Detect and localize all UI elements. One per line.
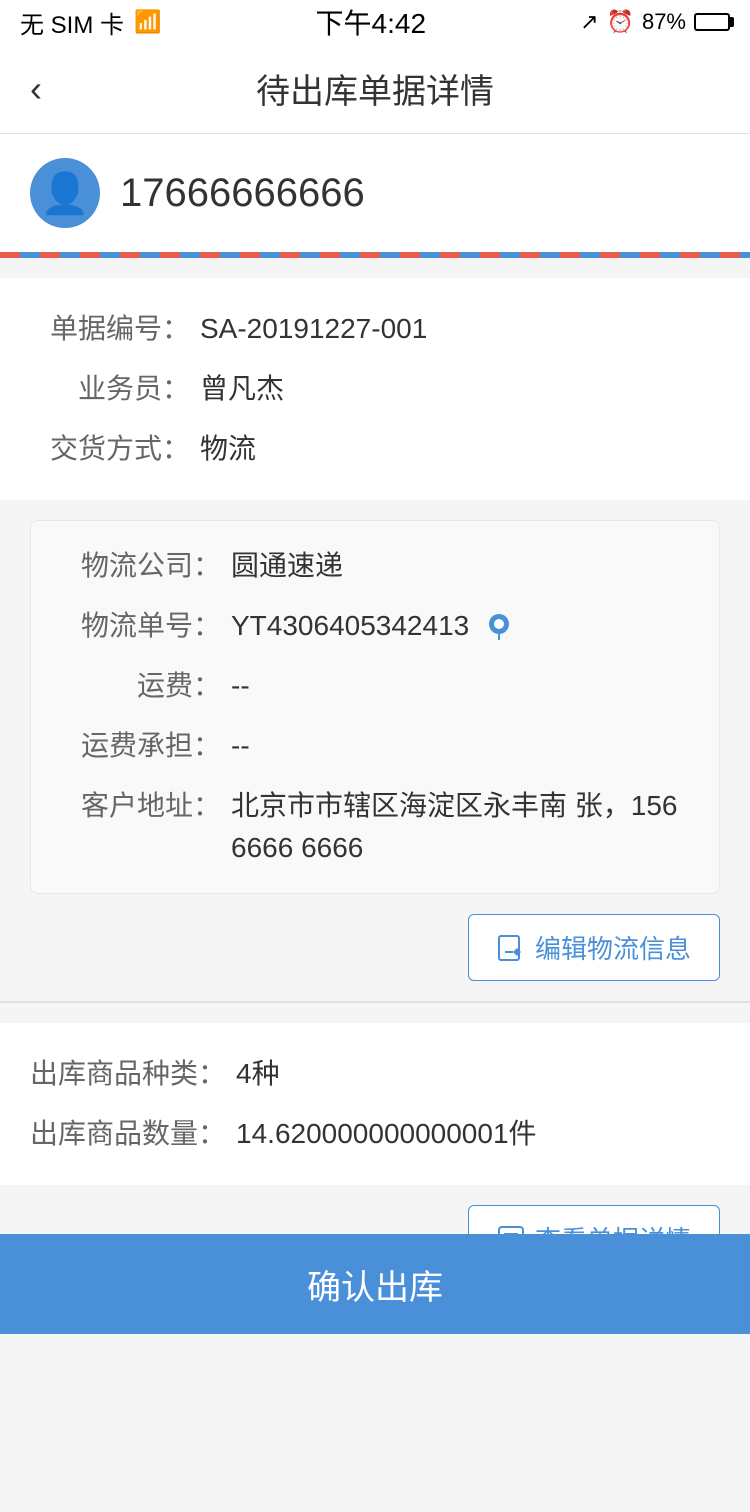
back-button[interactable]: ‹ [30, 68, 42, 110]
customer-phone: 17666666666 [120, 171, 365, 216]
logistics-tracking-row: 物流单号： YT4306405342413 [61, 605, 689, 647]
confirm-outbound-button[interactable]: 确认出库 [0, 1234, 750, 1334]
section-divider [0, 1001, 750, 1003]
confirm-btn-label: 确认出库 [307, 1260, 443, 1309]
logistics-company-value: 圆通速递 [221, 545, 689, 587]
status-left: 无 SIM 卡 📶 [20, 5, 161, 40]
status-time: 下午4:42 [316, 2, 427, 42]
address-row: 客户地址： 北京市市辖区海淀区永丰南 张，156 6666 6666 [61, 785, 689, 869]
customer-header: 👤 17666666666 [0, 134, 750, 252]
nav-bar: ‹ 待出库单据详情 [0, 44, 750, 134]
freight-label: 运费： [61, 665, 221, 707]
confirm-btn-container: 确认出库 [0, 1234, 750, 1334]
status-bar: 无 SIM 卡 📶 下午4:42 ↗ ⏰ 87% [0, 0, 750, 44]
goods-quantity-label: 出库商品数量： [30, 1113, 226, 1155]
battery-percent: 87% [642, 9, 686, 35]
carrier-text: 无 SIM 卡 [20, 5, 124, 40]
freight-bear-row: 运费承担： -- [61, 725, 689, 767]
freight-row: 运费： -- [61, 665, 689, 707]
avatar: 👤 [30, 158, 100, 228]
avatar-icon: 👤 [40, 170, 90, 217]
logistics-tracking-label: 物流单号： [61, 605, 221, 647]
goods-quantity-row: 出库商品数量： 14.620000000000001件 [30, 1113, 720, 1155]
freight-value: -- [221, 665, 689, 707]
delivery-row: 交货方式： 物流 [30, 428, 720, 470]
edit-icon [497, 934, 525, 962]
page-title: 待出库单据详情 [256, 64, 494, 113]
logistics-company-row: 物流公司： 圆通速递 [61, 545, 689, 587]
address-label: 客户地址： [61, 785, 221, 827]
freight-bear-value: -- [221, 725, 689, 767]
edit-logistics-label: 编辑物流信息 [535, 929, 691, 966]
staff-row: 业务员： 曾凡杰 [30, 368, 720, 410]
goods-quantity-value: 14.620000000000001件 [226, 1113, 720, 1155]
staff-value: 曾凡杰 [190, 368, 720, 410]
tracking-number-text: YT4306405342413 [231, 605, 469, 647]
wifi-icon: 📶 [134, 9, 161, 35]
address-value: 北京市市辖区海淀区永丰南 张，156 6666 6666 [221, 785, 689, 869]
status-right: ↗ ⏰ 87% [580, 9, 730, 35]
alarm-icon: ⏰ [607, 9, 634, 35]
goods-type-value: 4种 [226, 1053, 720, 1095]
edit-logistics-button[interactable]: 编辑物流信息 [468, 914, 720, 981]
battery-bar [694, 13, 730, 31]
tracking-location-icon[interactable] [481, 608, 517, 644]
staff-label: 业务员： [30, 368, 190, 410]
goods-card: 出库商品种类： 4种 出库商品数量： 14.620000000000001件 [0, 1023, 750, 1185]
document-number-label: 单据编号： [30, 308, 190, 350]
goods-type-label: 出库商品种类： [30, 1053, 226, 1095]
document-number-row: 单据编号： SA-20191227-001 [30, 308, 720, 350]
logistics-tracking-value: YT4306405342413 [221, 605, 689, 647]
delivery-label: 交货方式： [30, 428, 190, 470]
document-info-card: 单据编号： SA-20191227-001 业务员： 曾凡杰 交货方式： 物流 [0, 278, 750, 500]
logistics-company-label: 物流公司： [61, 545, 221, 587]
edit-btn-row: 编辑物流信息 [0, 914, 750, 1001]
location-status-icon: ↗ [580, 9, 598, 35]
freight-bear-label: 运费承担： [61, 725, 221, 767]
logistics-card: 物流公司： 圆通速递 物流单号： YT4306405342413 运费： -- [30, 520, 720, 894]
document-number-value: SA-20191227-001 [190, 308, 720, 350]
goods-type-row: 出库商品种类： 4种 [30, 1053, 720, 1095]
delivery-value: 物流 [190, 428, 720, 470]
